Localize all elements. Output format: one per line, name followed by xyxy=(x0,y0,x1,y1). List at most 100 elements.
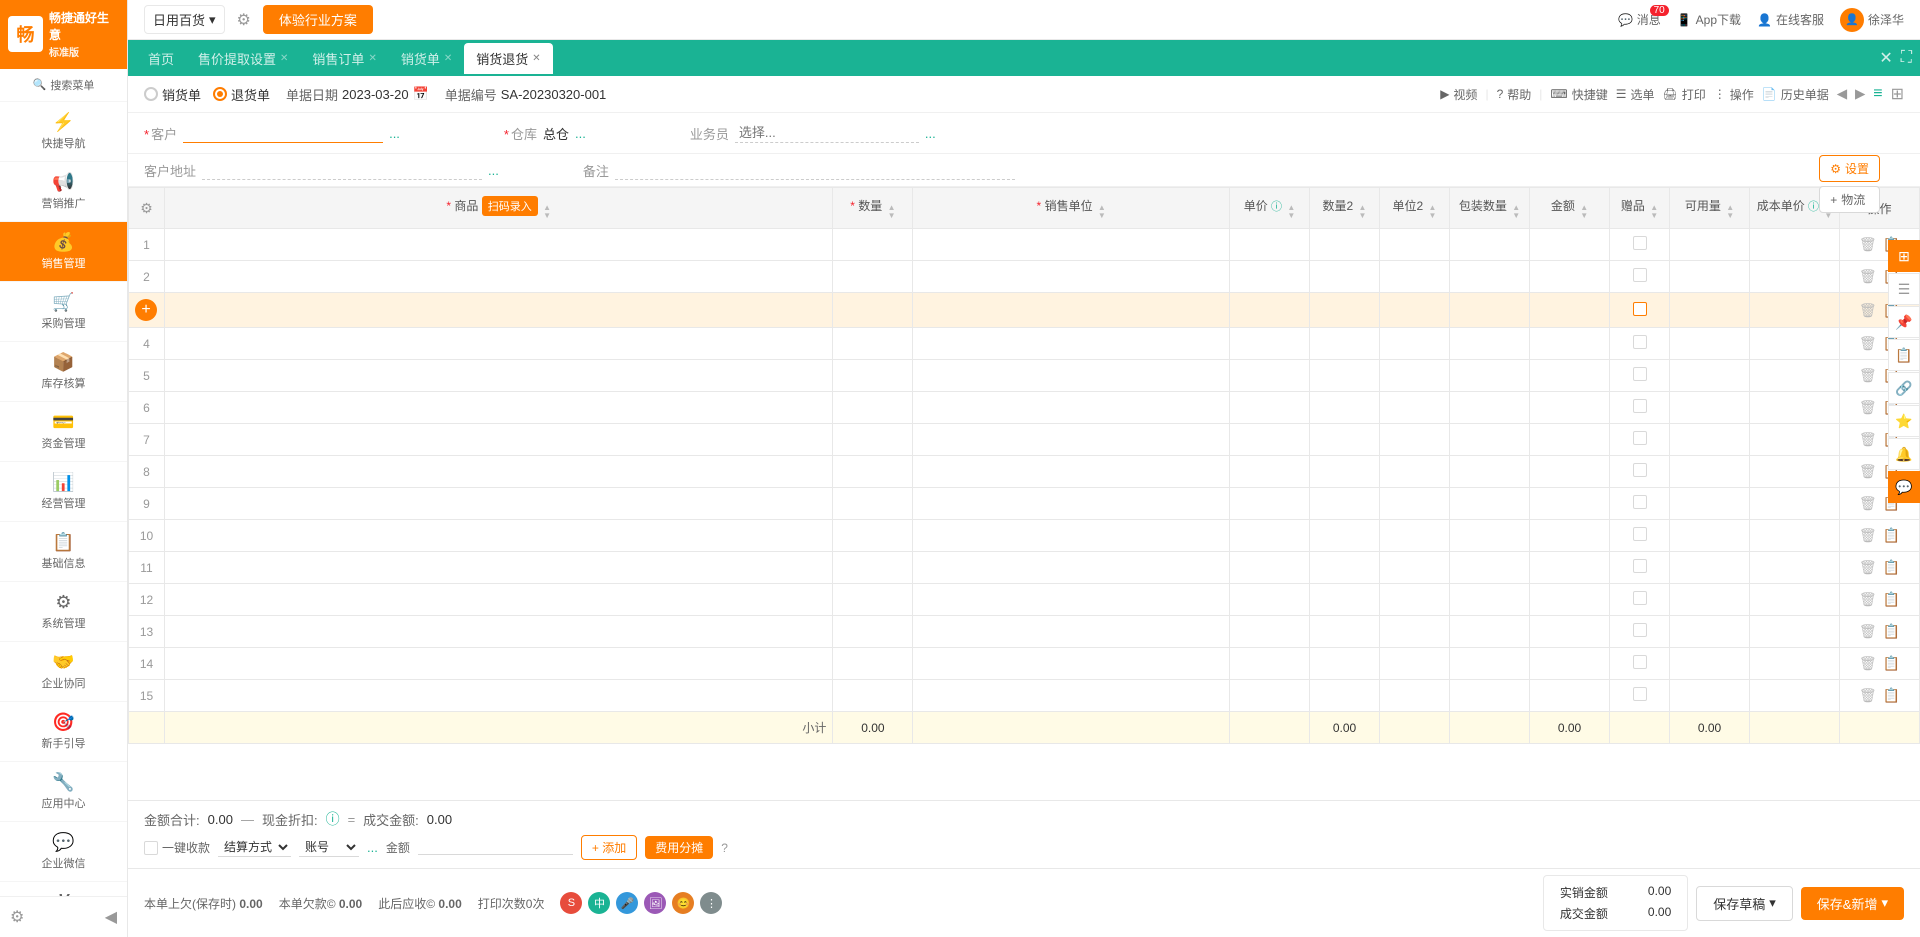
unit-sort[interactable]: ▲▼ xyxy=(1098,204,1106,220)
available-cell-8[interactable] xyxy=(1670,456,1750,488)
sougou-icon-mic[interactable]: 🎤 xyxy=(616,892,638,914)
qty2-cell-3[interactable] xyxy=(1310,293,1380,328)
amount-cell-10[interactable] xyxy=(1530,520,1610,552)
th-settings[interactable]: ⚙ xyxy=(129,188,165,229)
unit-cell-11[interactable] xyxy=(913,552,1230,584)
salesman-input[interactable] xyxy=(735,123,919,143)
sidebar-item-purchase[interactable]: 🛒 采购管理 xyxy=(0,282,127,342)
unit-cell-4[interactable] xyxy=(913,328,1230,360)
qty-cell-10[interactable] xyxy=(833,520,913,552)
packqty-cell-2[interactable] xyxy=(1450,261,1530,293)
available-cell-2[interactable] xyxy=(1670,261,1750,293)
costprice-cell-7[interactable] xyxy=(1750,424,1840,456)
unit-cell-10[interactable] xyxy=(913,520,1230,552)
packqty-cell-13[interactable] xyxy=(1450,616,1530,648)
gift-checkbox-9[interactable] xyxy=(1633,495,1647,509)
split-help-icon[interactable]: ? xyxy=(721,841,728,855)
tab-sales-order[interactable]: 销售订单 ✕ xyxy=(300,43,388,74)
unit2-cell-13[interactable] xyxy=(1380,616,1450,648)
copy-icon-13[interactable]: 📋 xyxy=(1883,623,1900,640)
float-btn-5[interactable]: 🔗 xyxy=(1888,372,1920,404)
unit-cell-1[interactable] xyxy=(913,229,1230,261)
delete-icon-12[interactable]: 🗑 xyxy=(1859,591,1877,608)
tab-sales-return-close[interactable]: ✕ xyxy=(532,53,540,64)
available-cell-12[interactable] xyxy=(1670,584,1750,616)
gift-cell-4[interactable] xyxy=(1610,328,1670,360)
product-cell-10[interactable] xyxy=(165,520,833,552)
sidebar-item-search[interactable]: 🔍 搜索菜单 xyxy=(0,69,127,102)
amount-cell-12[interactable] xyxy=(1530,584,1610,616)
delete-icon-10[interactable]: 🗑 xyxy=(1859,527,1877,544)
customer-input[interactable] xyxy=(183,123,383,143)
sidebar-item-basic[interactable]: 📋 基础信息 xyxy=(0,522,127,582)
costprice-cell-6[interactable] xyxy=(1750,392,1840,424)
delete-icon-1[interactable]: 🗑 xyxy=(1859,236,1877,253)
available-cell-3[interactable] xyxy=(1670,293,1750,328)
product-cell-6[interactable] xyxy=(165,392,833,424)
gift-checkbox-13[interactable] xyxy=(1633,623,1647,637)
print-action[interactable]: 🖨 打印 xyxy=(1663,86,1706,103)
gift-checkbox-3[interactable] xyxy=(1633,302,1647,316)
copy-icon-12[interactable]: 📋 xyxy=(1883,591,1900,608)
price-cell-4[interactable] xyxy=(1230,328,1310,360)
unit2-cell-3[interactable] xyxy=(1380,293,1450,328)
unit-cell-9[interactable] xyxy=(913,488,1230,520)
unit2-cell-2[interactable] xyxy=(1380,261,1450,293)
gift-checkbox-5[interactable] xyxy=(1633,367,1647,381)
one-click-checkbox[interactable]: 一键收款 xyxy=(144,839,210,856)
available-cell-4[interactable] xyxy=(1670,328,1750,360)
help-action[interactable]: ? 帮助 xyxy=(1497,86,1532,103)
copy-icon-11[interactable]: 📋 xyxy=(1883,559,1900,576)
costprice-cell-1[interactable] xyxy=(1750,229,1840,261)
sidebar-item-operation[interactable]: 📊 经营管理 xyxy=(0,462,127,522)
tab-price-settings[interactable]: 售价提取设置 ✕ xyxy=(186,43,300,74)
radio-return[interactable]: 退货单 xyxy=(213,85,270,104)
video-action[interactable]: ▶ 视频 xyxy=(1440,86,1477,103)
qty2-cell-9[interactable] xyxy=(1310,488,1380,520)
costprice-cell-15[interactable] xyxy=(1750,680,1840,712)
available-cell-14[interactable] xyxy=(1670,648,1750,680)
tab-sales-order-close[interactable]: ✕ xyxy=(368,53,376,64)
qty2-cell-14[interactable] xyxy=(1310,648,1380,680)
sidebar-item-marketing[interactable]: 📢 营销推广 xyxy=(0,162,127,222)
sougou-icon-more[interactable]: ⋮ xyxy=(700,892,722,914)
available-cell-5[interactable] xyxy=(1670,360,1750,392)
product-cell-1[interactable] xyxy=(165,229,833,261)
product-cell-2[interactable] xyxy=(165,261,833,293)
trial-button[interactable]: 体验行业方案 xyxy=(263,5,373,34)
gift-cell-3[interactable] xyxy=(1610,293,1670,328)
price-cell-2[interactable] xyxy=(1230,261,1310,293)
gift-checkbox-14[interactable] xyxy=(1633,655,1647,669)
available-cell-11[interactable] xyxy=(1670,552,1750,584)
unit2-cell-11[interactable] xyxy=(1380,552,1450,584)
amount-cell-11[interactable] xyxy=(1530,552,1610,584)
gift-cell-7[interactable] xyxy=(1610,424,1670,456)
unit-cell-14[interactable] xyxy=(913,648,1230,680)
delete-icon-2[interactable]: 🗑 xyxy=(1859,268,1877,285)
packqty-cell-8[interactable] xyxy=(1450,456,1530,488)
list-view-btn[interactable]: ≡ xyxy=(1873,85,1882,103)
sidebar-item-appcenter[interactable]: 🔧 应用中心 xyxy=(0,762,127,822)
sidebar-item-sales[interactable]: 💰 销售管理 xyxy=(0,222,127,282)
select-action[interactable]: ☰ 选单 xyxy=(1616,86,1655,103)
unit-cell-2[interactable] xyxy=(913,261,1230,293)
unit2-cell-4[interactable] xyxy=(1380,328,1450,360)
note-input[interactable] xyxy=(615,160,1015,180)
info-icon[interactable]: ⓘ xyxy=(326,809,340,829)
available-cell-13[interactable] xyxy=(1670,616,1750,648)
sidebar-item-finance[interactable]: 💳 资金管理 xyxy=(0,402,127,462)
packqty-cell-1[interactable] xyxy=(1450,229,1530,261)
gift-cell-2[interactable] xyxy=(1610,261,1670,293)
gift-cell-5[interactable] xyxy=(1610,360,1670,392)
price-cell-14[interactable] xyxy=(1230,648,1310,680)
tab-sales-delivery[interactable]: 销货单 ✕ xyxy=(389,43,464,74)
unit2-cell-15[interactable] xyxy=(1380,680,1450,712)
amount-sort[interactable]: ▲▼ xyxy=(1580,204,1588,220)
packqty-cell-11[interactable] xyxy=(1450,552,1530,584)
delete-icon-14[interactable]: 🗑 xyxy=(1859,655,1877,672)
float-btn-3[interactable]: 📌 xyxy=(1888,306,1920,338)
copy-icon-10[interactable]: 📋 xyxy=(1883,527,1900,544)
qty2-cell-6[interactable] xyxy=(1310,392,1380,424)
unit-cell-15[interactable] xyxy=(913,680,1230,712)
packqty-cell-10[interactable] xyxy=(1450,520,1530,552)
